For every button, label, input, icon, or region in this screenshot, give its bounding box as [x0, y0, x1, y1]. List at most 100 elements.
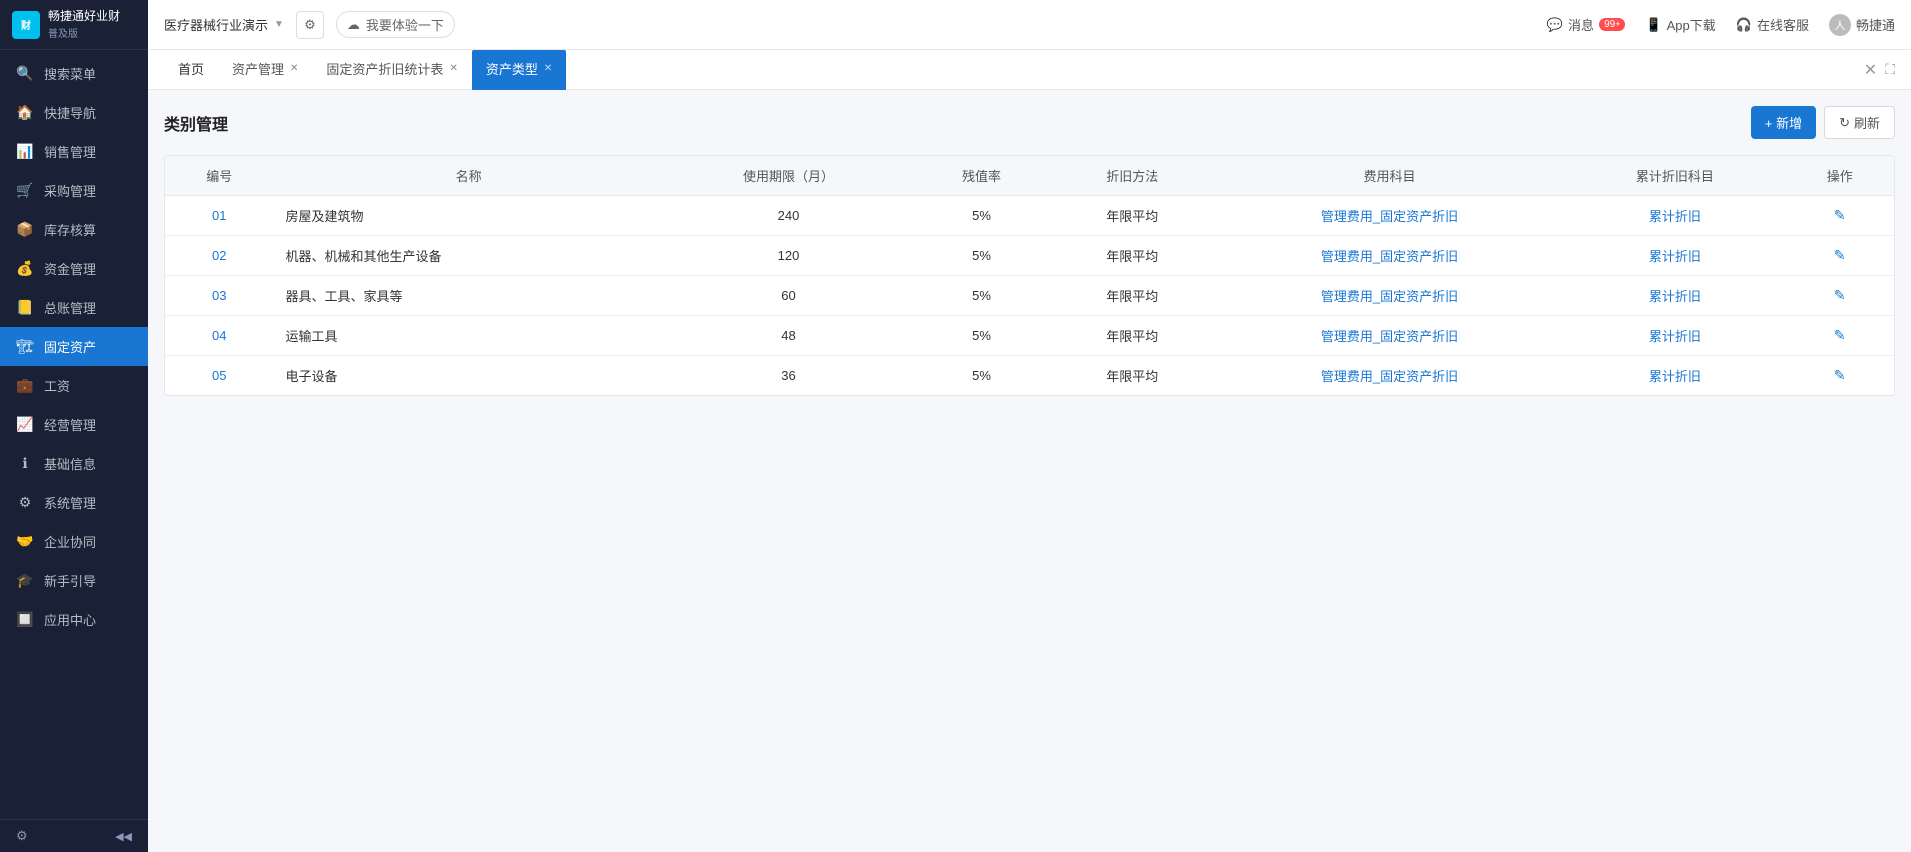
user-button[interactable]: 人 畅捷通 — [1829, 14, 1895, 36]
quick-nav-icon: 🏠 — [16, 104, 34, 122]
message-badge: 99+ — [1599, 18, 1625, 31]
cloud-icon: ☁ — [347, 17, 360, 33]
sidebar-item-quick-nav[interactable]: 🏠 快捷导航 — [0, 93, 148, 132]
cell-accumulated-3: 累计折旧 — [1564, 316, 1785, 356]
cell-accumulated-1: 累计折旧 — [1564, 236, 1785, 276]
table-body: 01 房屋及建筑物 240 5% 年限平均 管理费用_固定资产折旧 累计折旧 ✎… — [165, 196, 1894, 396]
cell-period-0: 240 — [664, 196, 913, 236]
cell-residual-1: 5% — [913, 236, 1050, 276]
table-row: 05 电子设备 36 5% 年限平均 管理费用_固定资产折旧 累计折旧 ✎ — [165, 356, 1894, 396]
fund-icon: 💰 — [16, 260, 34, 278]
sidebar-item-guide[interactable]: 🎓 新手引导 — [0, 561, 148, 600]
col-header-name: 名称 — [273, 156, 663, 196]
cell-code-3: 04 — [165, 316, 273, 356]
demo-selector[interactable]: 医疗器械行业演示 ▼ — [164, 15, 284, 34]
sidebar-item-label: 资金管理 — [44, 259, 96, 278]
sidebar-item-label: 采购管理 — [44, 181, 96, 200]
sidebar-item-basic-info[interactable]: ℹ 基础信息 — [0, 444, 148, 483]
sidebar-item-label: 固定资产 — [44, 337, 96, 356]
tab-asset-type[interactable]: 资产类型✕ — [472, 50, 566, 90]
cell-accumulated-0: 累计折旧 — [1564, 196, 1785, 236]
purchase-icon: 🛒 — [16, 182, 34, 200]
sidebar-item-label: 搜索菜单 — [44, 64, 96, 83]
sidebar-item-label: 总账管理 — [44, 298, 96, 317]
tab-label-home: 首页 — [178, 59, 204, 78]
new-button[interactable]: + 新增 — [1751, 106, 1816, 139]
cell-operation-0[interactable]: ✎ — [1785, 196, 1894, 236]
tab-close-fixed-asset-depreciation[interactable]: ✕ — [449, 63, 457, 74]
col-header-operation: 操作 — [1785, 156, 1894, 196]
tab-close-asset-type[interactable]: ✕ — [544, 63, 552, 74]
col-header-method: 折旧方法 — [1050, 156, 1215, 196]
col-header-code: 编号 — [165, 156, 273, 196]
sidebar-item-app-center[interactable]: 🔲 应用中心 — [0, 600, 148, 639]
app-download-button[interactable]: 📱 App下载 — [1645, 15, 1715, 34]
customer-service-button[interactable]: 🎧 在线客服 — [1736, 15, 1809, 34]
tabbar: 首页资产管理✕固定资产折旧统计表✕资产类型✕ ✕ ⛶ — [148, 50, 1911, 90]
tab-asset-mgmt[interactable]: 资产管理✕ — [218, 50, 312, 90]
experience-button[interactable]: ☁ 我要体验一下 — [336, 11, 455, 38]
sidebar-item-fixed-assets[interactable]: 🏗 固定资产 — [0, 327, 148, 366]
sidebar-item-label: 经营管理 — [44, 415, 96, 434]
collapse-footer-icon[interactable]: ◀◀ — [115, 830, 132, 843]
edit-icon-2[interactable]: ✎ — [1834, 287, 1846, 303]
edit-icon-0[interactable]: ✎ — [1834, 207, 1846, 223]
tab-fixed-asset-depreciation[interactable]: 固定资产折旧统计表✕ — [312, 50, 471, 90]
data-table-wrap: 编号名称使用期限（月）残值率折旧方法费用科目累计折旧科目操作 01 房屋及建筑物… — [164, 155, 1895, 396]
cell-operation-1[interactable]: ✎ — [1785, 236, 1894, 276]
sidebar-item-operation[interactable]: 📈 经营管理 — [0, 405, 148, 444]
edit-icon-4[interactable]: ✎ — [1834, 367, 1846, 383]
cell-residual-3: 5% — [913, 316, 1050, 356]
tab-home[interactable]: 首页 — [164, 50, 218, 90]
cell-operation-3[interactable]: ✎ — [1785, 316, 1894, 356]
sidebar-item-ledger[interactable]: 📒 总账管理 — [0, 288, 148, 327]
refresh-icon: ↻ — [1839, 115, 1850, 131]
main-content: 医疗器械行业演示 ▼ ⚙ ☁ 我要体验一下 💬 消息 99+ 📱 App下载 🎧… — [148, 0, 1911, 852]
demo-arrow-icon: ▼ — [274, 19, 284, 30]
settings-footer-icon[interactable]: ⚙ — [16, 828, 28, 844]
sales-icon: 📊 — [16, 143, 34, 161]
refresh-button[interactable]: ↻ 刷新 — [1824, 106, 1895, 139]
settings-button[interactable]: ⚙ — [296, 11, 324, 39]
expand-icon[interactable]: ⛶ — [1885, 61, 1895, 78]
edit-icon-3[interactable]: ✎ — [1834, 327, 1846, 343]
edit-icon-1[interactable]: ✎ — [1834, 247, 1846, 263]
sidebar-item-search[interactable]: 🔍 搜索菜单 — [0, 54, 148, 93]
cell-method-2: 年限平均 — [1050, 276, 1215, 316]
refresh-label: 刷新 — [1854, 113, 1880, 132]
cell-name-4: 电子设备 — [273, 356, 663, 396]
sidebar-item-purchase[interactable]: 🛒 采购管理 — [0, 171, 148, 210]
cell-name-3: 运输工具 — [273, 316, 663, 356]
sidebar-item-enterprise[interactable]: 🤝 企业协同 — [0, 522, 148, 561]
close-all-icon[interactable]: ✕ — [1864, 60, 1877, 80]
experience-text: 我要体验一下 — [366, 15, 444, 34]
table-row: 01 房屋及建筑物 240 5% 年限平均 管理费用_固定资产折旧 累计折旧 ✎ — [165, 196, 1894, 236]
customer-service-icon: 🎧 — [1736, 17, 1752, 33]
sidebar-item-system[interactable]: ⚙ 系统管理 — [0, 483, 148, 522]
cell-method-4: 年限平均 — [1050, 356, 1215, 396]
col-header-accumulated_subject: 累计折旧科目 — [1564, 156, 1785, 196]
sidebar-item-label: 基础信息 — [44, 454, 96, 473]
sidebar-item-sales[interactable]: 📊 销售管理 — [0, 132, 148, 171]
sidebar-item-inventory[interactable]: 📦 库存核算 — [0, 210, 148, 249]
sidebar-item-label: 应用中心 — [44, 610, 96, 629]
app-name: 畅捷通好业财 — [48, 9, 120, 25]
cell-residual-0: 5% — [913, 196, 1050, 236]
message-button[interactable]: 💬 消息 99+ — [1547, 15, 1626, 34]
tab-close-asset-mgmt[interactable]: ✕ — [290, 63, 298, 74]
sidebar-footer: ⚙ ◀◀ — [0, 819, 148, 852]
sidebar-item-salary[interactable]: 💼 工资 — [0, 366, 148, 405]
sidebar-item-fund[interactable]: 💰 资金管理 — [0, 249, 148, 288]
cell-residual-2: 5% — [913, 276, 1050, 316]
page-title: 类别管理 — [164, 111, 228, 135]
cell-operation-2[interactable]: ✎ — [1785, 276, 1894, 316]
cell-residual-4: 5% — [913, 356, 1050, 396]
operation-icon: 📈 — [16, 416, 34, 434]
data-table: 编号名称使用期限（月）残值率折旧方法费用科目累计折旧科目操作 01 房屋及建筑物… — [165, 156, 1894, 395]
cell-operation-4[interactable]: ✎ — [1785, 356, 1894, 396]
system-icon: ⚙ — [16, 494, 34, 512]
cell-code-4: 05 — [165, 356, 273, 396]
cell-period-3: 48 — [664, 316, 913, 356]
user-avatar-icon: 人 — [1829, 14, 1851, 36]
demo-text: 医疗器械行业演示 — [164, 15, 268, 34]
